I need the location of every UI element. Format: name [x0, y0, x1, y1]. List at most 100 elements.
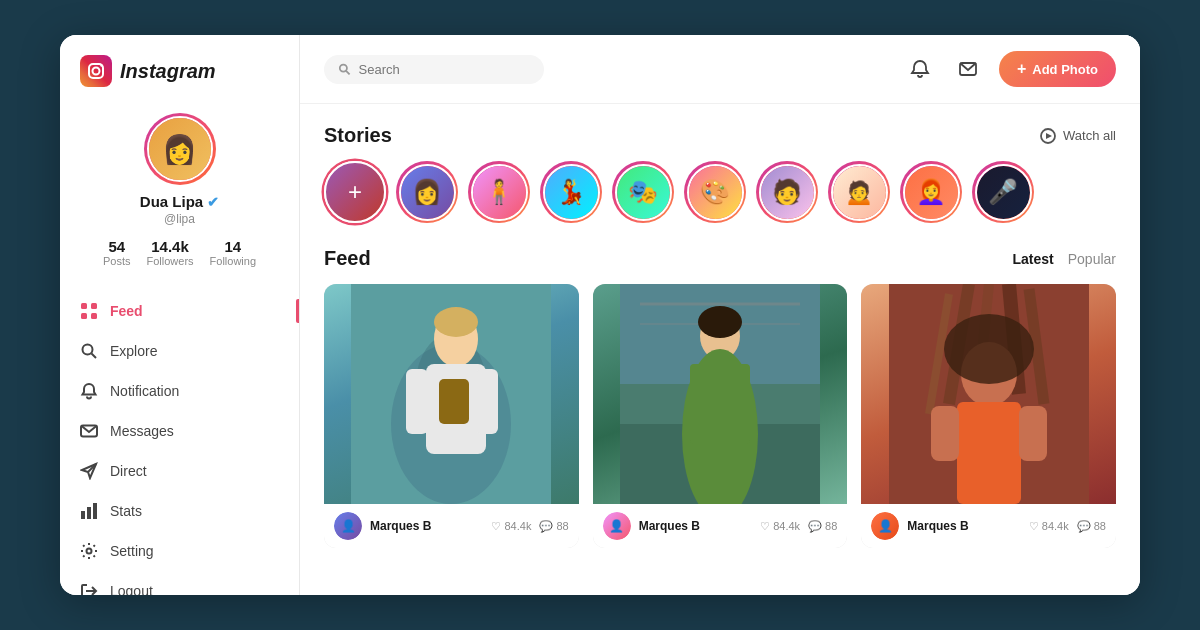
- stat-following: 14 Following: [210, 238, 256, 267]
- feed-card-2[interactable]: 👤 Marques B ♡ 84.4k 💬 88: [593, 284, 848, 548]
- feed-comments-2: 💬 88: [808, 520, 837, 533]
- sidebar-item-label-direct: Direct: [110, 463, 147, 479]
- svg-rect-15: [93, 503, 97, 519]
- stories-title: Stories: [324, 124, 392, 147]
- story-add[interactable]: +: [324, 161, 386, 223]
- profile-name: Dua Lipa ✔: [140, 193, 219, 210]
- svg-line-19: [346, 71, 350, 75]
- feed-card-footer-2: 👤 Marques B ♡ 84.4k 💬 88: [593, 504, 848, 548]
- sidebar-item-label-messages: Messages: [110, 423, 174, 439]
- story-item-4[interactable]: 🎭: [612, 161, 674, 223]
- play-circle-icon: [1039, 127, 1057, 145]
- instagram-logo-icon: [80, 55, 112, 87]
- svg-point-8: [83, 345, 93, 355]
- profile-handle: @lipa: [164, 212, 195, 226]
- story-item-1[interactable]: 👩: [396, 161, 458, 223]
- avatar-image: 👩: [149, 118, 211, 180]
- sidebar-item-direct[interactable]: Direct: [60, 451, 299, 491]
- stat-posts: 54 Posts: [103, 238, 131, 267]
- svg-rect-28: [406, 369, 428, 434]
- feed-likes-1: ♡ 84.4k: [491, 520, 531, 533]
- plus-icon: +: [1017, 60, 1026, 78]
- stats-row: 54 Posts 14.4k Followers 14 Following: [103, 238, 256, 267]
- search-input[interactable]: [359, 62, 531, 77]
- feed-avatar-1: 👤: [334, 512, 362, 540]
- add-photo-button[interactable]: + Add Photo: [999, 51, 1116, 87]
- profile-section: 👩 Dua Lipa ✔ @lipa 54 Posts 14.4k Follow…: [60, 103, 299, 283]
- feed-card-footer-1: 👤 Marques B ♡ 84.4k 💬 88: [324, 504, 579, 548]
- comment-icon: 💬: [539, 520, 553, 533]
- sidebar-item-label-setting: Setting: [110, 543, 154, 559]
- svg-rect-6: [81, 313, 87, 319]
- sidebar-item-logout[interactable]: Logout: [60, 571, 299, 595]
- sidebar-item-feed[interactable]: Feed: [60, 291, 299, 331]
- topbar: + Add Photo: [300, 35, 1140, 104]
- search-icon: [338, 62, 351, 76]
- feed-avatar-2: 👤: [603, 512, 631, 540]
- send-icon: [80, 462, 98, 480]
- feed-comments-1: 💬 88: [539, 520, 568, 533]
- heart-icon-2: ♡: [760, 520, 770, 533]
- story-item-2[interactable]: 🧍: [468, 161, 530, 223]
- svg-rect-31: [439, 379, 469, 424]
- feed-likes-3: ♡ 84.4k: [1029, 520, 1069, 533]
- svg-rect-13: [81, 511, 85, 519]
- mail-icon-btn[interactable]: [951, 52, 985, 86]
- feed-card-1[interactable]: 👤 Marques B ♡ 84.4k 💬 88: [324, 284, 579, 548]
- search-icon: [80, 342, 98, 360]
- svg-line-9: [92, 354, 97, 359]
- feed-comments-3: 💬 88: [1077, 520, 1106, 533]
- svg-rect-4: [81, 303, 87, 309]
- feed-card-image-3: [861, 284, 1116, 504]
- sidebar-item-label-logout: Logout: [110, 583, 153, 595]
- story-item-5[interactable]: 🎨: [684, 161, 746, 223]
- feed-tabs: Latest Popular: [1013, 251, 1117, 267]
- feed-card-footer-3: 👤 Marques B ♡ 84.4k 💬 88: [861, 504, 1116, 548]
- watch-all-button[interactable]: Watch all: [1039, 127, 1116, 145]
- feed-stats-2: ♡ 84.4k 💬 88: [760, 520, 837, 533]
- svg-rect-40: [690, 364, 750, 444]
- app-name: Instagram: [120, 60, 216, 83]
- sidebar-item-messages[interactable]: Messages: [60, 411, 299, 451]
- gear-icon: [80, 542, 98, 560]
- verified-icon: ✔: [207, 194, 219, 210]
- story-item-6[interactable]: 🧑: [756, 161, 818, 223]
- svg-point-16: [87, 549, 92, 554]
- sidebar-item-stats[interactable]: Stats: [60, 491, 299, 531]
- sidebar-item-setting[interactable]: Setting: [60, 531, 299, 571]
- svg-rect-49: [931, 406, 959, 461]
- search-bar[interactable]: [324, 55, 544, 84]
- feed-card-image-1: [324, 284, 579, 504]
- feed-stats-1: ♡ 84.4k 💬 88: [491, 520, 568, 533]
- svg-rect-48: [957, 402, 1021, 504]
- story-item-7[interactable]: 🙍: [828, 161, 890, 223]
- svg-point-18: [340, 65, 347, 72]
- content-scroll: Stories Watch all + 👩: [300, 104, 1140, 595]
- story-item-9[interactable]: 🎤: [972, 161, 1034, 223]
- svg-marker-22: [1046, 133, 1052, 139]
- sidebar-item-label-notification: Notification: [110, 383, 179, 399]
- stat-followers: 14.4k Followers: [146, 238, 193, 267]
- svg-point-30: [434, 307, 478, 337]
- feed-likes-2: ♡ 84.4k: [760, 520, 800, 533]
- nav-menu: Feed Explore Notification: [60, 283, 299, 595]
- sidebar-item-explore[interactable]: Explore: [60, 331, 299, 371]
- svg-rect-50: [1019, 406, 1047, 461]
- feed-card-image-2: [593, 284, 848, 504]
- svg-rect-7: [91, 313, 97, 319]
- story-item-8[interactable]: 👩‍🦰: [900, 161, 962, 223]
- main-content: + Add Photo Stories Watch all +: [300, 35, 1140, 595]
- feed-tab-popular[interactable]: Popular: [1068, 251, 1116, 267]
- feed-card-3[interactable]: 👤 Marques B ♡ 84.4k 💬 88: [861, 284, 1116, 548]
- feed-user-3: Marques B: [907, 519, 1021, 533]
- story-item-3[interactable]: 💃: [540, 161, 602, 223]
- sidebar-item-notification[interactable]: Notification: [60, 371, 299, 411]
- feed-user-2: Marques B: [639, 519, 753, 533]
- feed-tab-latest[interactable]: Latest: [1013, 251, 1054, 267]
- feed-avatar-3: 👤: [871, 512, 899, 540]
- feed-header: Feed Latest Popular: [324, 247, 1116, 270]
- notification-icon-btn[interactable]: [903, 52, 937, 86]
- svg-rect-14: [87, 507, 91, 519]
- svg-point-38: [698, 306, 742, 338]
- sidebar-item-label-stats: Stats: [110, 503, 142, 519]
